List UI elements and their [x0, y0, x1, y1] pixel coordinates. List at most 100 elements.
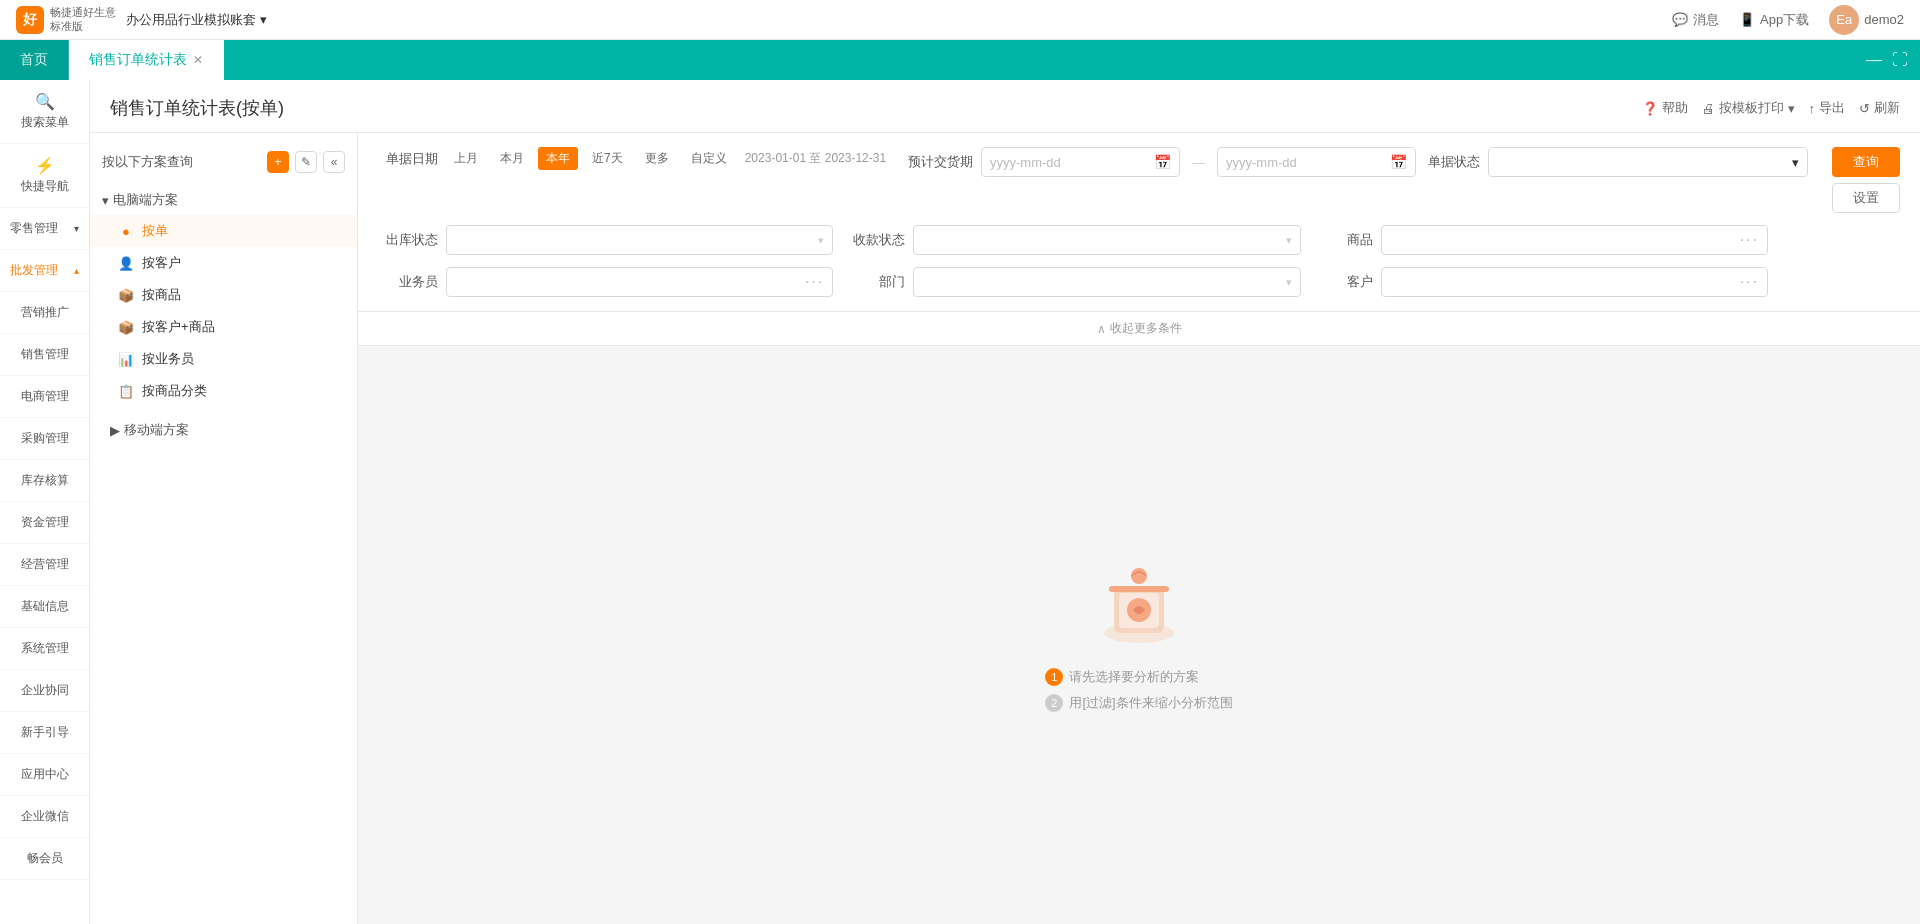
scheme-group-mobile-title[interactable]: ▶ 移动端方案	[90, 415, 357, 445]
main-content: 🔍 搜索菜单 ⚡ 快捷导航 零售管理 ▾ 批发管理 ▴ 营销推广 销售管理 电商…	[0, 80, 1920, 924]
close-tab-icon[interactable]: ✕	[193, 53, 203, 67]
settings-btn[interactable]: 设置	[1832, 183, 1900, 213]
scheme-group-pc: ▾ 电脑端方案 ● 按单 👤 按客户 📦 按商品	[90, 181, 357, 411]
salesperson-more-icon[interactable]: ···	[805, 273, 824, 291]
department-select[interactable]: ▾	[913, 267, 1300, 297]
logo-icon: 好	[16, 6, 44, 34]
sidebar-item-membership[interactable]: 畅会员	[0, 838, 89, 880]
date-separator: —	[1192, 155, 1205, 170]
sidebar-item-inventory[interactable]: 库存核算	[0, 460, 89, 502]
edit-scheme-btn[interactable]: ✎	[295, 151, 317, 173]
date-range-text: 2023-01-01 至 2023-12-31	[745, 150, 886, 167]
query-btn[interactable]: 查询	[1832, 147, 1900, 177]
scheme-group-pc-title[interactable]: ▾ 电脑端方案	[90, 185, 357, 215]
order-status-select[interactable]: ▾	[1488, 147, 1808, 177]
help-btn[interactable]: ❓ 帮助	[1642, 99, 1688, 117]
customer-input[interactable]: ···	[1381, 267, 1768, 297]
customer-more-icon[interactable]: ···	[1740, 273, 1759, 291]
department-label: 部门	[845, 273, 905, 291]
date-btn-last-7-days[interactable]: 近7天	[584, 147, 631, 170]
sidebar-quick-nav[interactable]: ⚡ 快捷导航	[0, 144, 89, 208]
refresh-icon: ↺	[1859, 101, 1870, 116]
minimize-icon[interactable]: —	[1866, 51, 1882, 69]
empty-hint-1: 1 请先选择要分析的方案	[1045, 668, 1232, 686]
salesperson-input[interactable]: ···	[446, 267, 833, 297]
payment-status-select[interactable]: ▾	[913, 225, 1300, 255]
delivery-status-label: 出库状态	[378, 231, 438, 249]
content-wrapper: 按以下方案查询 + ✎ « ▾	[90, 133, 1920, 924]
top-bar-left: 好 畅捷通好生意 标准版 办公用品行业模拟账套 ▾	[16, 6, 267, 34]
sidebar-item-app-center[interactable]: 应用中心	[0, 754, 89, 796]
scheme-item-by-salesperson[interactable]: 📊 按业务员	[90, 343, 357, 375]
template-print-btn[interactable]: 🖨 按模板打印 ▾	[1702, 99, 1795, 117]
chevron-down-icon: ▾	[818, 234, 824, 247]
sidebar-item-enterprise[interactable]: 企业协同	[0, 670, 89, 712]
sidebar-item-purchase[interactable]: 采购管理	[0, 418, 89, 460]
home-tab-label: 首页	[20, 51, 48, 69]
customer-label: 客户	[1313, 273, 1373, 291]
delivery-date-end[interactable]: yyyy-mm-dd 📅	[1217, 147, 1416, 177]
product-input[interactable]: ···	[1381, 225, 1768, 255]
scheme-item-by-cust-prod[interactable]: 📦 按客户+商品	[90, 311, 357, 343]
order-icon: ●	[118, 223, 134, 239]
sidebar-item-retail[interactable]: 零售管理 ▾	[0, 208, 89, 250]
collapse-icon: ∧	[1097, 322, 1106, 336]
sidebar-item-marketing[interactable]: 营销推广	[0, 292, 89, 334]
export-btn[interactable]: ↑ 导出	[1809, 99, 1846, 117]
add-scheme-btn[interactable]: +	[267, 151, 289, 173]
data-area: 1 请先选择要分析的方案 2 用[过滤]条件来缩小分析范围	[358, 346, 1920, 924]
svg-point-5	[1131, 568, 1147, 584]
delivery-status-select[interactable]: ▾	[446, 225, 833, 255]
empty-icon	[1089, 558, 1189, 658]
sidebar-item-basic-info[interactable]: 基础信息	[0, 586, 89, 628]
chevron-down-icon: ▾	[260, 12, 267, 27]
scheme-item-by-customer[interactable]: 👤 按客户	[90, 247, 357, 279]
sidebar-search[interactable]: 🔍 搜索菜单	[0, 80, 89, 144]
sidebar-item-new-guide[interactable]: 新手引导	[0, 712, 89, 754]
tab-home[interactable]: 首页	[0, 40, 69, 80]
product-label: 商品	[1313, 231, 1373, 249]
empty-state: 1 请先选择要分析的方案 2 用[过滤]条件来缩小分析范围	[1045, 558, 1232, 712]
sidebar-item-operations[interactable]: 经营管理	[0, 544, 89, 586]
sales-stats-tab-label: 销售订单统计表	[89, 51, 187, 69]
collapse-panel-btn[interactable]: «	[323, 151, 345, 173]
scheme-item-by-order[interactable]: ● 按单	[90, 215, 357, 247]
calendar-start-icon: 📅	[1154, 154, 1171, 170]
sidebar-item-ecommerce[interactable]: 电商管理	[0, 376, 89, 418]
refresh-btn[interactable]: ↺ 刷新	[1859, 99, 1900, 117]
chevron-down-icon: ▾	[1286, 234, 1292, 247]
scheme-item-by-product[interactable]: 📦 按商品	[90, 279, 357, 311]
sidebar-item-finance[interactable]: 资金管理	[0, 502, 89, 544]
top-bar: 好 畅捷通好生意 标准版 办公用品行业模拟账套 ▾ 💬 消息 📱 App下载 E…	[0, 0, 1920, 40]
panel-header: 按以下方案查询 + ✎ «	[90, 143, 357, 181]
date-btn-more[interactable]: 更多	[637, 147, 677, 170]
order-date-label: 单据日期	[378, 150, 438, 168]
product-more-icon[interactable]: ···	[1740, 231, 1759, 249]
svg-rect-4	[1109, 586, 1169, 592]
date-btn-custom[interactable]: 自定义	[683, 147, 735, 170]
maximize-icon[interactable]: ⛶	[1892, 51, 1908, 69]
scheme-item-by-product-cat[interactable]: 📋 按商品分类	[90, 375, 357, 407]
sidebar-item-enterprise-wx[interactable]: 企业微信	[0, 796, 89, 838]
date-btn-this-year[interactable]: 本年	[538, 147, 578, 170]
logo-text: 畅捷通好生意 标准版	[50, 6, 116, 32]
date-btn-this-month[interactable]: 本月	[492, 147, 532, 170]
top-bar-right: 💬 消息 📱 App下载 Ea demo2	[1672, 5, 1904, 35]
empty-hints: 1 请先选择要分析的方案 2 用[过滤]条件来缩小分析范围	[1045, 668, 1232, 712]
app-download-btn[interactable]: 📱 App下载	[1739, 11, 1809, 29]
workspace-selector[interactable]: 办公用品行业模拟账套 ▾	[126, 11, 267, 29]
messages-btn[interactable]: 💬 消息	[1672, 11, 1719, 29]
collapse-conditions-btn[interactable]: ∧ 收起更多条件	[1097, 320, 1182, 337]
sidebar-item-wholesale[interactable]: 批发管理 ▴	[0, 250, 89, 292]
left-panel: 按以下方案查询 + ✎ « ▾	[90, 133, 358, 924]
date-btn-last-month[interactable]: 上月	[446, 147, 486, 170]
chevron-down-icon: ▾	[74, 223, 79, 234]
user-menu[interactable]: Ea demo2	[1829, 5, 1904, 35]
sidebar-item-system[interactable]: 系统管理	[0, 628, 89, 670]
delivery-date-start[interactable]: yyyy-mm-dd 📅	[981, 147, 1180, 177]
sidebar-item-sales-mgmt[interactable]: 销售管理	[0, 334, 89, 376]
search-icon: 🔍	[35, 92, 55, 111]
action-btns: 查询 设置	[1832, 147, 1900, 213]
tab-sales-stats[interactable]: 销售订单统计表 ✕	[69, 40, 224, 80]
sidebar: 🔍 搜索菜单 ⚡ 快捷导航 零售管理 ▾ 批发管理 ▴ 营销推广 销售管理 电商…	[0, 80, 90, 924]
